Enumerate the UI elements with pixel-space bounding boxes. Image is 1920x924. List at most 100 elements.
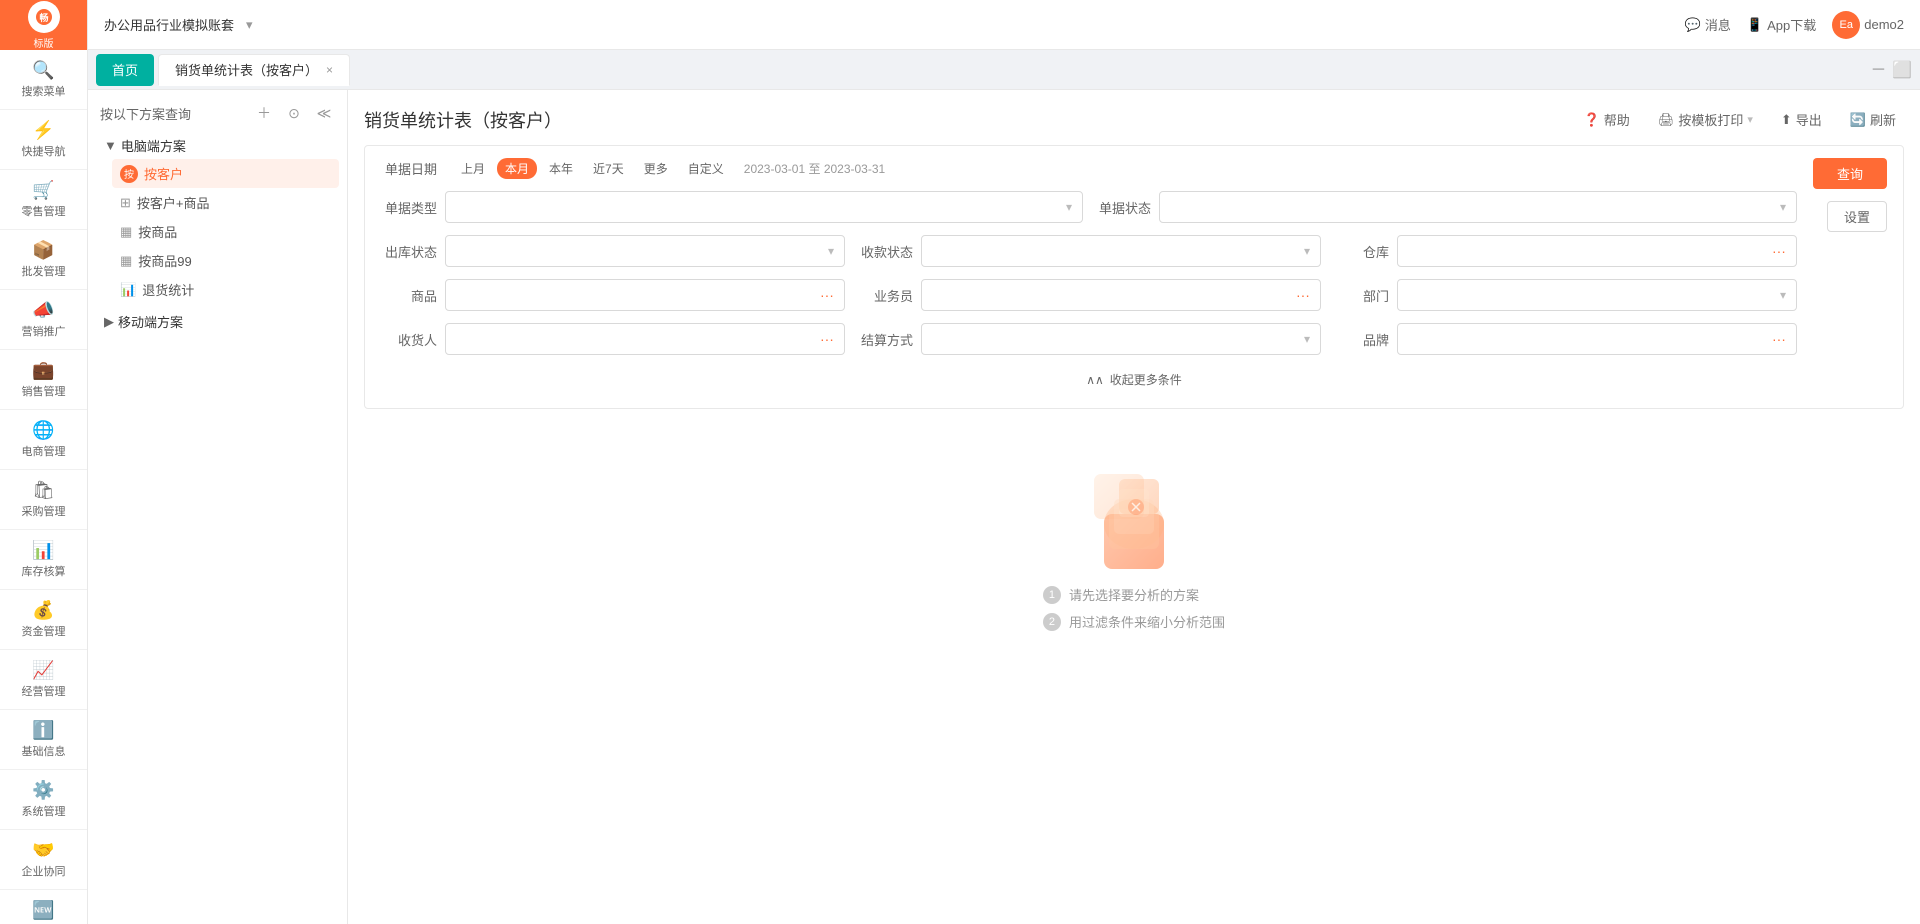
out-status-select[interactable]: ▾ [445,235,845,267]
app-subtitle: 标版 [34,35,54,50]
sidebar-item-search[interactable]: 🔍 搜索菜单 [0,50,87,110]
scheme-goods-label: 按商品 [138,222,177,241]
sidebar-label-basic-info: 基础信息 [22,743,66,759]
collapse-button[interactable]: ∧∧ 收起更多条件 [381,363,1887,396]
print-button[interactable]: 🖨 按模板打印 ▾ [1650,106,1761,133]
date-tab-thismonth[interactable]: 本月 [497,158,537,179]
export-button[interactable]: ⬆ 导出 [1773,106,1830,133]
sidebar-item-guide[interactable]: 🆕 新手引导 [0,890,87,924]
scheme-cg-icon: ⊞ [120,195,131,211]
settings-button[interactable]: 设置 [1827,201,1887,232]
order-status-select[interactable]: ▾ [1159,191,1797,223]
filter-buttons: 查询 设置 [1805,158,1887,232]
order-type-select[interactable]: ▾ [445,191,1083,223]
scheme-by-goods[interactable]: ▦ 按商品 [112,217,339,246]
sidebar-item-marketing[interactable]: 📣 营销推广 [0,290,87,350]
sidebar-item-wholesale[interactable]: 📦 批发管理 [0,230,87,290]
date-filter-label: 单据日期 [381,159,437,178]
date-tab-7days[interactable]: 近7天 [585,158,632,179]
query-button[interactable]: 查询 [1813,158,1887,189]
empty-tip-2: 2 用过滤条件来缩小分析范围 [1043,612,1225,631]
tree-mobile-label: 移动端方案 [118,312,183,331]
tabbar: 首页 销货单统计表（按客户） × ─ ⬜ [88,50,1920,90]
sidebar-item-basic-info[interactable]: ℹ️ 基础信息 [0,710,87,770]
salesperson-cell: 业务员 ··· [857,279,1321,311]
edit-scheme-button[interactable]: ⊙ [283,102,305,124]
tab-home[interactable]: 首页 [96,54,154,86]
goods-select[interactable]: ··· [445,279,845,311]
empty-state: 1 请先选择要分析的方案 2 用过滤条件来缩小分析范围 [364,409,1904,699]
left-panel: 按以下方案查询 ＋ ⊙ ≪ ▼ 电脑端方案 按 按客户 [88,90,348,924]
refresh-button[interactable]: 🔄 刷新 [1842,106,1904,133]
tip-text-2: 用过滤条件来缩小分析范围 [1069,612,1225,631]
quick-nav-icon: ⚡ [32,120,54,141]
date-tab-more[interactable]: 更多 [636,158,676,179]
tab-sales-stats[interactable]: 销货单统计表（按客户） × [158,54,350,86]
page-title-row: 销货单统计表（按客户） ❓ 帮助 🖨 按模板打印 ▾ ⬆ 导出 [364,106,1904,133]
sidebar-item-inventory[interactable]: 📊 库存核算 [0,530,87,590]
tree-pc-schemes[interactable]: ▼ 电脑端方案 [96,132,339,159]
goods-dots[interactable]: ··· [820,287,834,303]
app-logo[interactable]: 畅 标版 [0,0,87,50]
out-status-cell: 出库状态 ▾ [381,235,845,267]
receiver-select[interactable]: ··· [445,323,845,355]
goods-sales-dept-row: 商品 ··· 业务员 ··· [381,279,1797,311]
refresh-label: 刷新 [1870,110,1896,129]
sidebar-item-sales-mgmt[interactable]: 💼 销售管理 [0,350,87,410]
scheme-customer-icon: 按 [120,165,138,183]
print-dropdown-icon[interactable]: ▾ [1747,113,1753,126]
tab-minimize-icon[interactable]: ─ [1873,61,1884,79]
settlement-select[interactable]: ▾ [921,323,1321,355]
sidebar-label-purchase: 采购管理 [22,503,66,519]
tab-maximize-icon[interactable]: ⬜ [1892,60,1912,80]
sidebar-item-finance[interactable]: 💰 资金管理 [0,590,87,650]
sidebar-item-enterprise[interactable]: 🤝 企业协同 [0,830,87,890]
sidebar-item-quick-nav[interactable]: ⚡ 快捷导航 [0,110,87,170]
content-area: 按以下方案查询 ＋ ⊙ ≪ ▼ 电脑端方案 按 按客户 [88,90,1920,924]
add-scheme-button[interactable]: ＋ [253,102,275,124]
sidebar-item-retail[interactable]: 🛒 零售管理 [0,170,87,230]
purchase-icon: 🛍 [32,480,55,501]
sidebar-item-operations[interactable]: 📈 经营管理 [0,650,87,710]
salesperson-dots[interactable]: ··· [1296,287,1310,303]
brand-dots[interactable]: ··· [1772,331,1786,347]
receiver-dots[interactable]: ··· [820,331,834,347]
salesperson-select[interactable]: ··· [921,279,1321,311]
wholesale-icon: 📦 [32,240,54,261]
sidebar-item-purchase[interactable]: 🛍 采购管理 [0,470,87,530]
tab-home-label: 首页 [112,60,138,79]
empty-tip-1: 1 请先选择要分析的方案 [1043,585,1225,604]
topbar: 办公用品行业模拟账套 ▾ 💬 消息 📱 App下载 Ea demo2 [88,0,1920,50]
collapse-panel-button[interactable]: ≪ [313,102,335,124]
scheme-refund-stats[interactable]: 📊 退货统计 [112,275,339,304]
tab-sales-stats-close[interactable]: × [326,63,333,77]
scheme-by-goods-99[interactable]: ▦ 按商品99 [112,246,339,275]
payment-status-select[interactable]: ▾ [921,235,1321,267]
sidebar-item-system[interactable]: ⚙️ 系统管理 [0,770,87,830]
department-select[interactable]: ▾ [1397,279,1797,311]
filter-area: 单据日期 上月 本月 本年 近7天 更多 自定义 2023-03-01 至 20… [364,145,1904,409]
tree-mobile-schemes[interactable]: ▶ 移动端方案 [96,308,339,335]
topbar-dropdown-icon[interactable]: ▾ [246,17,253,33]
warehouse-dots[interactable]: ··· [1772,243,1786,259]
scheme-by-customer-goods[interactable]: ⊞ 按客户+商品 [112,188,339,217]
date-tab-thisyear[interactable]: 本年 [541,158,581,179]
enterprise-icon: 🤝 [32,840,54,861]
sidebar-item-ecommerce[interactable]: 🌐 电商管理 [0,410,87,470]
inventory-icon: 📊 [32,540,54,561]
settlement-label: 结算方式 [857,330,913,349]
scheme-by-customer[interactable]: 按 按客户 [112,159,339,188]
user-menu[interactable]: Ea demo2 [1832,11,1904,39]
message-button[interactable]: 💬 消息 [1685,15,1731,34]
brand-select[interactable]: ··· [1397,323,1797,355]
date-tab-lastmonth[interactable]: 上月 [453,158,493,179]
date-tab-custom[interactable]: 自定义 [680,158,732,179]
app-download-button[interactable]: 📱 App下载 [1747,15,1816,34]
warehouse-select[interactable]: ··· [1397,235,1797,267]
message-icon: 💬 [1685,17,1701,33]
app-download-icon: 📱 [1747,17,1763,33]
help-button[interactable]: ❓ 帮助 [1576,106,1638,133]
marketing-icon: 📣 [32,300,54,321]
goods-cell: 商品 ··· [381,279,845,311]
warehouse-label: 仓库 [1333,242,1389,261]
